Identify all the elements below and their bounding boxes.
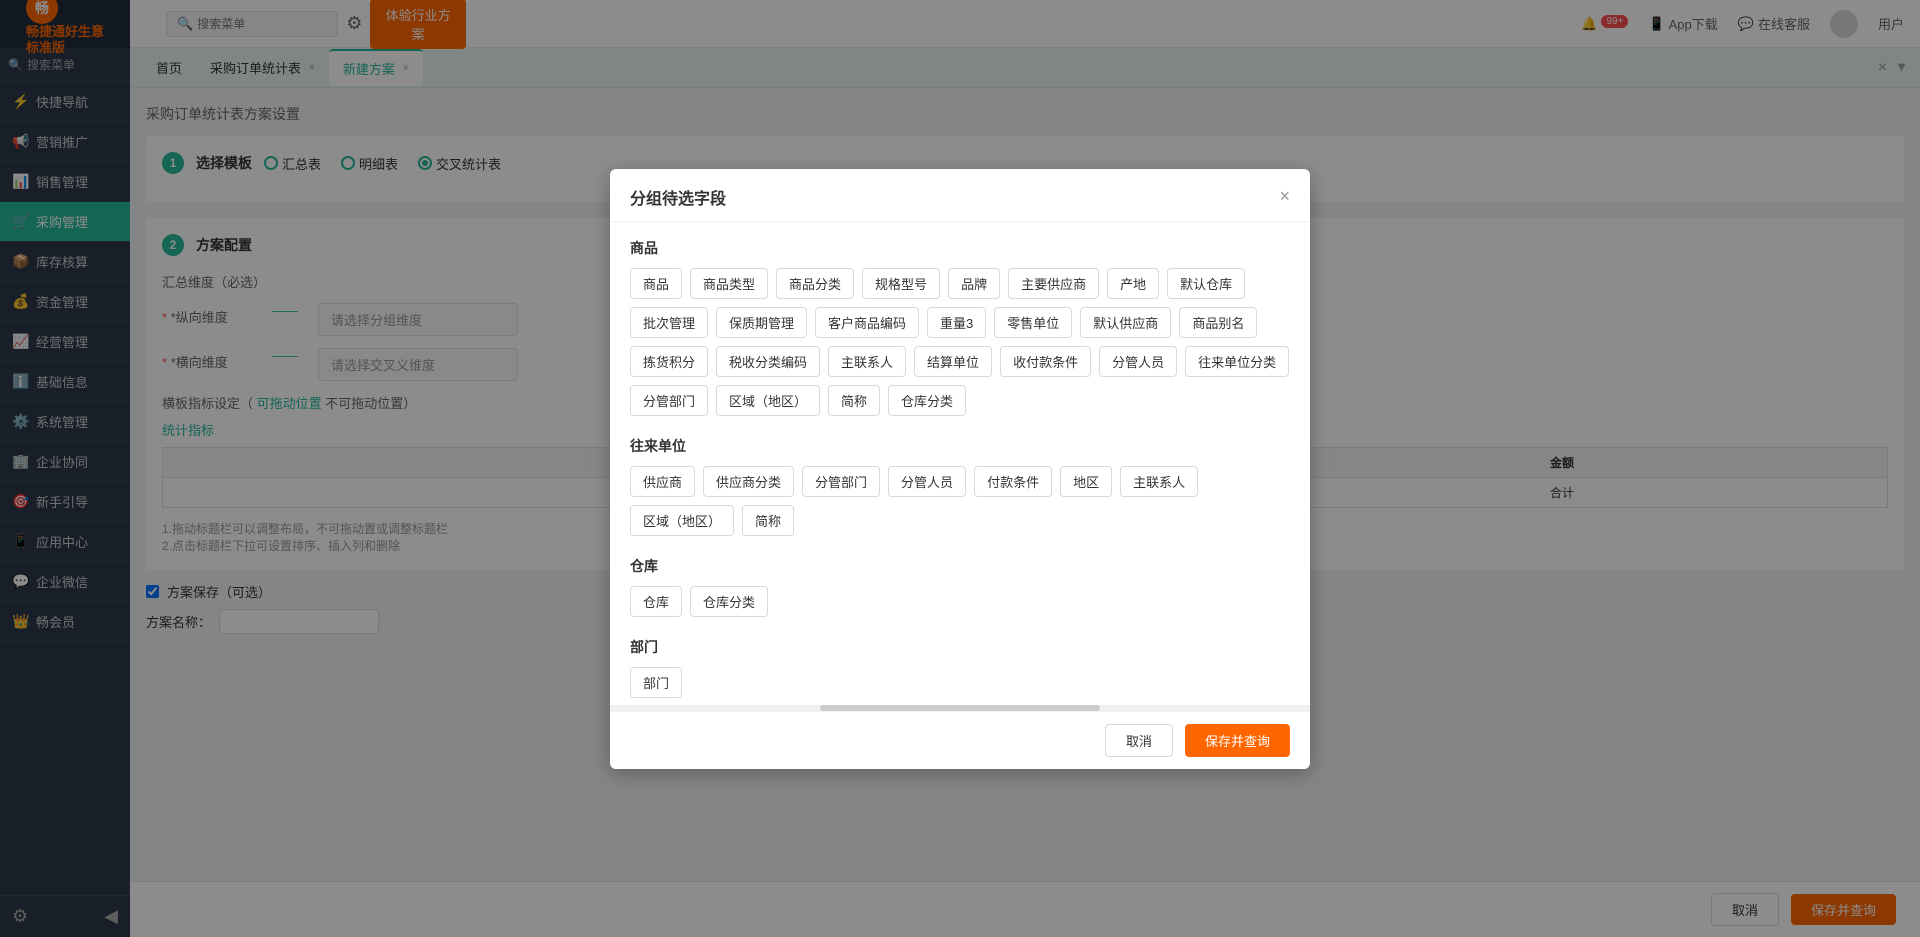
dialog-footer: 取消 保存并查询 <box>610 711 1310 769</box>
tag-goods-11[interactable]: 重量3 <box>927 307 986 338</box>
tag-partner-6[interactable]: 主联系人 <box>1120 466 1198 497</box>
tag-partner-5[interactable]: 地区 <box>1060 466 1112 497</box>
tag-goods-15[interactable]: 拣货积分 <box>630 346 708 377</box>
tag-goods-5[interactable]: 主要供应商 <box>1008 268 1099 299</box>
section-department: 部门 部门 <box>630 637 1290 698</box>
partner-tags: 供应商 供应商分类 分管部门 分管人员 付款条件 地区 主联系人 区域（地区） … <box>630 466 1290 536</box>
tag-goods-18[interactable]: 结算单位 <box>914 346 992 377</box>
tag-goods-4[interactable]: 品牌 <box>948 268 1000 299</box>
section-warehouse: 仓库 仓库 仓库分类 <box>630 556 1290 617</box>
dialog-header: 分组待选字段 × <box>610 169 1310 222</box>
tag-goods-1[interactable]: 商品类型 <box>690 268 768 299</box>
section-goods-title: 商品 <box>630 238 1290 258</box>
tag-goods-12[interactable]: 零售单位 <box>994 307 1072 338</box>
section-goods: 商品 商品 商品类型 商品分类 规格型号 品牌 主要供应商 产地 默认仓库 批次… <box>630 238 1290 416</box>
save-button[interactable]: 保存并查询 <box>1185 724 1290 757</box>
tag-goods-3[interactable]: 规格型号 <box>862 268 940 299</box>
tag-goods-17[interactable]: 主联系人 <box>828 346 906 377</box>
section-partner-title: 往来单位 <box>630 436 1290 456</box>
section-partner: 往来单位 供应商 供应商分类 分管部门 分管人员 付款条件 地区 主联系人 区域… <box>630 436 1290 536</box>
dialog: 分组待选字段 × 商品 商品 商品类型 商品分类 规格型号 品牌 主要供应商 产… <box>610 169 1310 769</box>
dialog-close-button[interactable]: × <box>1279 186 1290 207</box>
tag-warehouse-0[interactable]: 仓库 <box>630 586 682 617</box>
tag-goods-16[interactable]: 税收分类编码 <box>716 346 820 377</box>
tag-goods-13[interactable]: 默认供应商 <box>1080 307 1171 338</box>
tag-partner-3[interactable]: 分管人员 <box>888 466 966 497</box>
dialog-title: 分组待选字段 <box>630 185 726 209</box>
goods-tags: 商品 商品类型 商品分类 规格型号 品牌 主要供应商 产地 默认仓库 批次管理 … <box>630 268 1290 416</box>
tag-partner-7[interactable]: 区域（地区） <box>630 505 734 536</box>
tag-partner-0[interactable]: 供应商 <box>630 466 695 497</box>
tag-partner-4[interactable]: 付款条件 <box>974 466 1052 497</box>
tag-goods-14[interactable]: 商品别名 <box>1179 307 1257 338</box>
tag-warehouse-1[interactable]: 仓库分类 <box>690 586 768 617</box>
tag-goods-23[interactable]: 区域（地区） <box>716 385 820 416</box>
department-tags: 部门 <box>630 667 1290 698</box>
tag-goods-7[interactable]: 默认仓库 <box>1167 268 1245 299</box>
cancel-button[interactable]: 取消 <box>1105 724 1173 757</box>
tag-goods-2[interactable]: 商品分类 <box>776 268 854 299</box>
tag-partner-2[interactable]: 分管部门 <box>802 466 880 497</box>
scrollbar-thumb <box>820 705 1100 710</box>
dialog-body[interactable]: 商品 商品 商品类型 商品分类 规格型号 品牌 主要供应商 产地 默认仓库 批次… <box>610 222 1310 706</box>
tag-goods-9[interactable]: 保质期管理 <box>716 307 807 338</box>
tag-goods-10[interactable]: 客户商品编码 <box>815 307 919 338</box>
tag-goods-6[interactable]: 产地 <box>1107 268 1159 299</box>
tag-goods-24[interactable]: 简称 <box>828 385 880 416</box>
tag-goods-19[interactable]: 收付款条件 <box>1000 346 1091 377</box>
section-department-title: 部门 <box>630 637 1290 657</box>
tag-goods-25[interactable]: 仓库分类 <box>888 385 966 416</box>
tag-goods-21[interactable]: 往来单位分类 <box>1185 346 1289 377</box>
warehouse-tags: 仓库 仓库分类 <box>630 586 1290 617</box>
modal-overlay: 分组待选字段 × 商品 商品 商品类型 商品分类 规格型号 品牌 主要供应商 产… <box>0 0 1920 937</box>
tag-partner-1[interactable]: 供应商分类 <box>703 466 794 497</box>
tag-goods-22[interactable]: 分管部门 <box>630 385 708 416</box>
tag-goods-0[interactable]: 商品 <box>630 268 682 299</box>
tag-goods-8[interactable]: 批次管理 <box>630 307 708 338</box>
dialog-horizontal-scrollbar[interactable] <box>610 705 1310 710</box>
tag-partner-8[interactable]: 简称 <box>742 505 794 536</box>
tag-goods-20[interactable]: 分管人员 <box>1099 346 1177 377</box>
section-warehouse-title: 仓库 <box>630 556 1290 576</box>
tag-department-0[interactable]: 部门 <box>630 667 682 698</box>
